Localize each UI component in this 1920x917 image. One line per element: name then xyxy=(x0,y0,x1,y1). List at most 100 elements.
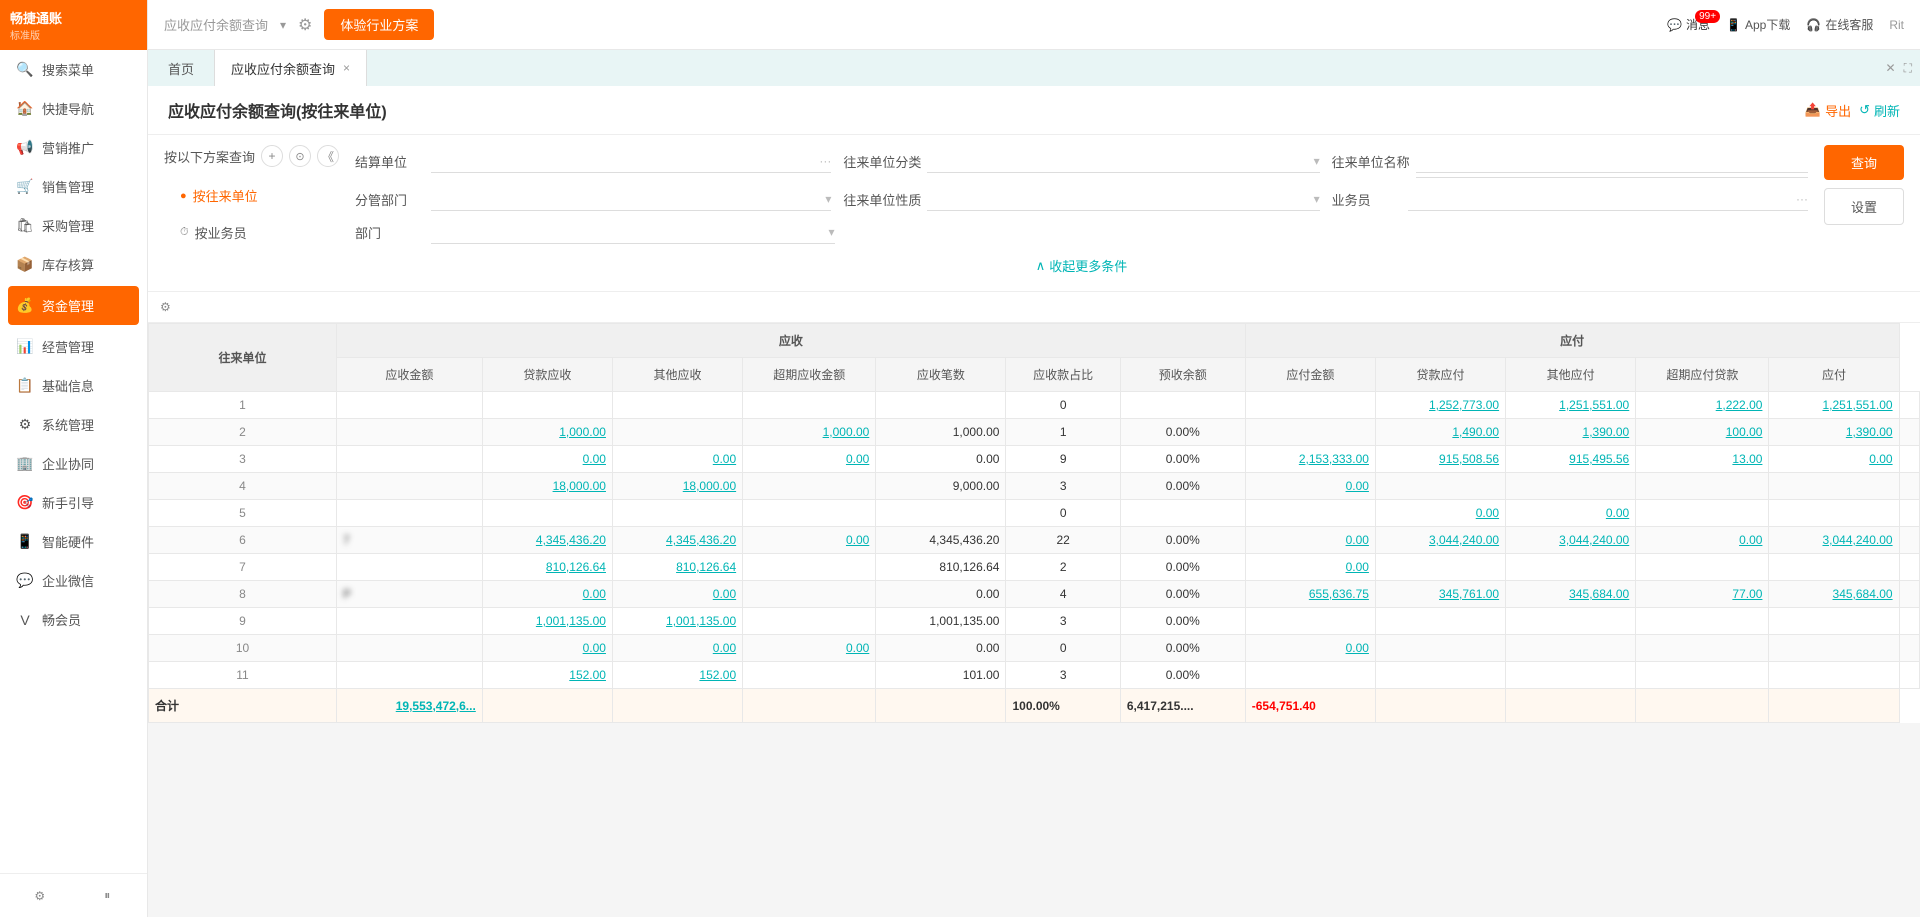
tab-maximize-icon[interactable]: ✕ xyxy=(1886,61,1896,75)
sidebar-item-quicknav[interactable]: 🏠快捷导航 xyxy=(0,89,147,128)
sidebar-item-wechat[interactable]: 💬企业微信 xyxy=(0,561,147,600)
cell-ap-loan[interactable]: 0.00 xyxy=(1506,500,1636,527)
cell-ap-other[interactable]: 1,222.00 xyxy=(1636,392,1769,419)
cell-ap-loan[interactable]: 915,495.56 xyxy=(1506,446,1636,473)
cell-ap-amount[interactable]: 0.00 xyxy=(1375,500,1505,527)
cell-ar-prepay[interactable]: 655,636.75 xyxy=(1245,581,1375,608)
cell-ar-loan[interactable]: 0.00 xyxy=(612,635,742,662)
salesperson-dots[interactable]: ··· xyxy=(1796,192,1808,206)
cell-ar-other[interactable]: 0.00 xyxy=(743,527,876,554)
cell-ar-prepay[interactable]: 0.00 xyxy=(1245,635,1375,662)
cell-ap-other[interactable]: 0.00 xyxy=(1636,527,1769,554)
cell-ar-amount[interactable]: 18,000.00 xyxy=(482,473,612,500)
sidebar-collapse-btn[interactable]: ⏸ xyxy=(76,882,140,909)
cell-ar-loan[interactable]: 0.00 xyxy=(612,581,742,608)
cell-ar-prepay[interactable]: 0.00 xyxy=(1245,527,1375,554)
promo-button[interactable]: 体验行业方案 xyxy=(324,9,434,40)
cell-ar-amount[interactable]: 810,126.64 xyxy=(482,554,612,581)
cell-ap-amount[interactable]: 1,252,773.00 xyxy=(1375,392,1505,419)
cell-ar-loan[interactable]: 810,126.64 xyxy=(612,554,742,581)
settings-button[interactable]: 设置 xyxy=(1824,188,1904,225)
cell-ap-overdue[interactable]: 1,251,551.00 xyxy=(1769,392,1899,419)
app-download-button[interactable]: 📱 App下载 xyxy=(1726,16,1790,33)
cell-ap-amount[interactable]: 1,490.00 xyxy=(1375,419,1505,446)
header-gear-icon[interactable]: ⚙ xyxy=(298,15,312,35)
cell-ar-other[interactable]: 0.00 xyxy=(743,446,876,473)
collapse-more-conditions[interactable]: ∧ 收起更多条件 xyxy=(355,250,1808,281)
footer-ar-count xyxy=(876,689,1006,723)
settlement-unit-dots[interactable]: ··· xyxy=(819,154,831,168)
cell-ar-loan[interactable]: 18,000.00 xyxy=(612,473,742,500)
sidebar-item-system[interactable]: ⚙系统管理 xyxy=(0,405,147,444)
cell-ar-prepay[interactable]: 0.00 xyxy=(1245,554,1375,581)
cell-ar-amount[interactable]: 1,000.00 xyxy=(482,419,612,446)
sidebar-item-search[interactable]: 🔍搜索菜单 xyxy=(0,50,147,89)
cell-ap-loan[interactable]: 1,251,551.00 xyxy=(1506,392,1636,419)
sidebar-item-operations[interactable]: 📊经营管理 xyxy=(0,327,147,366)
export-button[interactable]: 📤 导出 xyxy=(1805,101,1851,120)
cell-ar-amount[interactable]: 0.00 xyxy=(482,581,612,608)
cell-ar-amount[interactable]: 4,345,436.20 xyxy=(482,527,612,554)
filter-collapse-btn[interactable]: 《 xyxy=(317,145,339,167)
cell-ap-overdue[interactable]: 0.00 xyxy=(1769,446,1899,473)
sidebar-item-corp[interactable]: 🏢企业协同 xyxy=(0,444,147,483)
filter-settings-button[interactable]: ⊙ xyxy=(289,145,311,167)
refresh-button[interactable]: ↺ 刷新 xyxy=(1859,101,1900,120)
cell-ap-overdue[interactable]: 345,684.00 xyxy=(1769,581,1899,608)
header-dropdown-arrow[interactable]: ▾ xyxy=(280,18,286,32)
cell-ap-amount[interactable]: 915,508.56 xyxy=(1375,446,1505,473)
sidebar-item-member[interactable]: V畅会员 xyxy=(0,600,147,639)
sidebar-item-inventory[interactable]: 📦库存核算 xyxy=(0,245,147,284)
tab-fullscreen-icon[interactable]: ⛶ xyxy=(1904,61,1912,76)
cell-ar-ratio: 0.00% xyxy=(1120,608,1245,635)
cell-ar-other[interactable]: 0.00 xyxy=(743,635,876,662)
sidebar-item-finance[interactable]: 💰资金管理 xyxy=(8,286,139,325)
tab-active[interactable]: 应收应付余额查询 × xyxy=(215,50,367,86)
cell-partner xyxy=(337,635,483,662)
cell-ar-prepay[interactable]: 2,153,333.00 xyxy=(1245,446,1375,473)
cell-ar-loan[interactable]: 0.00 xyxy=(612,446,742,473)
sidebar-item-sales[interactable]: 🛒销售管理 xyxy=(0,167,147,206)
cell-ar-loan[interactable]: 4,345,436.20 xyxy=(612,527,742,554)
cell-ap-loan[interactable]: 345,684.00 xyxy=(1506,581,1636,608)
sidebar-settings-btn[interactable]: ⚙ xyxy=(8,882,72,909)
main-table: 往来单位 应收 应付 应收金额 贷款应收 其他应收 超期应收金额 应收笔数 应收… xyxy=(148,323,1920,723)
user-info[interactable]: Rit xyxy=(1889,18,1904,32)
footer-ar-prepay: 6,417,215.... xyxy=(1120,689,1245,723)
cell-ar-prepay[interactable]: 0.00 xyxy=(1245,473,1375,500)
sidebar-item-hardware[interactable]: 📱智能硬件 xyxy=(0,522,147,561)
cell-partner: 7 xyxy=(337,527,483,554)
cell-ar-other[interactable]: 1,000.00 xyxy=(743,419,876,446)
nav-item-by-partner[interactable]: ● 按往来单位 xyxy=(164,177,339,214)
filter-add-button[interactable]: + xyxy=(261,145,283,167)
cell-ar-ratio xyxy=(1120,500,1245,527)
cell-ap-amount[interactable]: 3,044,240.00 xyxy=(1375,527,1505,554)
cell-ar-loan[interactable]: 152.00 xyxy=(612,662,742,689)
sidebar-item-marketing[interactable]: 📢营销推广 xyxy=(0,128,147,167)
cell-ar-loan[interactable]: 1,001,135.00 xyxy=(612,608,742,635)
cell-ar-amount[interactable]: 0.00 xyxy=(482,446,612,473)
cell-ap-loan[interactable]: 3,044,240.00 xyxy=(1506,527,1636,554)
table-settings-icon[interactable]: ⚙ xyxy=(160,300,171,314)
sidebar-item-basic[interactable]: 📋基础信息 xyxy=(0,366,147,405)
tab-close-icon[interactable]: × xyxy=(343,61,350,75)
message-button[interactable]: 💬 消息 99+ xyxy=(1667,16,1710,33)
cell-ap-overdue[interactable]: 1,390.00 xyxy=(1769,419,1899,446)
cell-ap-amount[interactable]: 345,761.00 xyxy=(1375,581,1505,608)
cell-ar-amount[interactable]: 0.00 xyxy=(482,635,612,662)
cell-ap-loan[interactable]: 1,390.00 xyxy=(1506,419,1636,446)
cell-ap-other[interactable]: 77.00 xyxy=(1636,581,1769,608)
query-button[interactable]: 查询 xyxy=(1824,145,1904,180)
nav-item-by-staff[interactable]: ⏱ 按业务员 xyxy=(164,214,339,251)
tab-home[interactable]: 首页 xyxy=(148,50,215,86)
partner-name-input[interactable] xyxy=(1416,149,1808,173)
cell-ar-amount[interactable]: 152.00 xyxy=(482,662,612,689)
cell-ar-amount[interactable]: 1,001,135.00 xyxy=(482,608,612,635)
customer-service-button[interactable]: 🎧 在线客服 xyxy=(1806,16,1873,33)
cell-ap-overdue[interactable]: 3,044,240.00 xyxy=(1769,527,1899,554)
cell-ap-other[interactable]: 13.00 xyxy=(1636,446,1769,473)
sidebar-item-purchase[interactable]: 🛍采购管理 xyxy=(0,206,147,245)
cell-ap-other[interactable]: 100.00 xyxy=(1636,419,1769,446)
sidebar-label-purchase: 采购管理 xyxy=(42,216,94,235)
sidebar-item-guide[interactable]: 🎯新手引导 xyxy=(0,483,147,522)
